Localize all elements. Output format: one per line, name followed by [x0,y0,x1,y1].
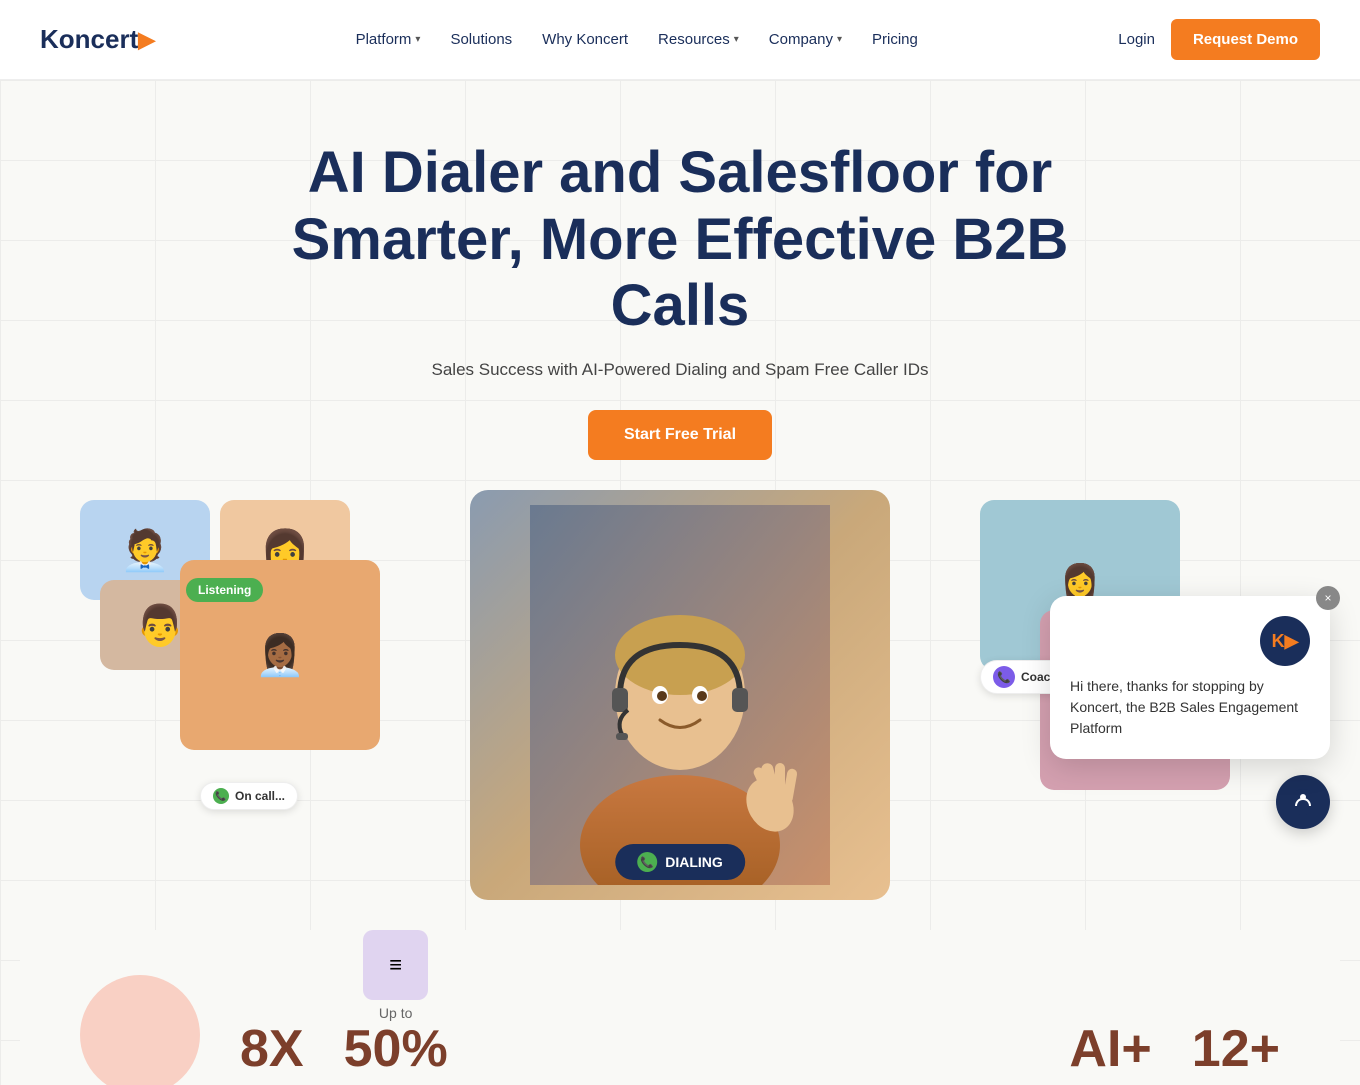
dialing-label: DIALING [665,854,723,870]
stat-ai: AI+ [1069,1023,1151,1085]
login-button[interactable]: Login [1118,31,1155,48]
stat-50pct: ≡ Up to 50% [344,930,448,1085]
center-face-bg [470,490,890,900]
dialing-badge: 📞 DIALING [615,844,745,880]
nav-link-platform[interactable]: Platform ▾ [356,31,421,48]
chat-bubble: K▶ Hi there, thanks for stopping by Konc… [1050,596,1330,759]
chat-trigger-button[interactable] [1276,775,1330,829]
navbar: Koncert▶ Platform ▾ Solutions Why Koncer… [0,0,1360,80]
chat-avatar: K▶ [1260,616,1310,666]
stats-right: AI+ 12+ [1069,1023,1280,1085]
chat-close-button[interactable]: × [1316,586,1340,610]
chatbot-widget: K▶ Hi there, thanks for stopping by Konc… [1276,767,1330,829]
listening-label: Listening [198,583,251,597]
on-call-label: On call... [235,789,285,803]
coaching-icon: 📞 [993,666,1015,688]
chat-avatar-text: K▶ [1272,628,1299,655]
nav-link-why[interactable]: Why Koncert [542,31,628,48]
nav-link-resources[interactable]: Resources ▾ [658,31,739,48]
nav-link-company[interactable]: Company ▾ [769,31,842,48]
hero-subtitle: Sales Success with AI-Powered Dialing an… [20,360,1340,380]
stat-ai-value: AI+ [1069,1023,1151,1075]
dialing-icon: 📞 [637,852,657,872]
nav-actions: Login Request Demo [1118,19,1320,60]
nav-solutions-label: Solutions [450,31,512,48]
nav-pricing-label: Pricing [872,31,918,48]
stats-row: 8X ≡ Up to 50% AI+ 12+ [20,930,1340,1085]
chat-message: Hi there, thanks for stopping by Koncert… [1070,676,1310,739]
logo-text: Koncert [40,24,138,55]
logo-arrow: ▶ [138,27,155,53]
nav-links: Platform ▾ Solutions Why Koncert Resourc… [356,31,918,48]
left-video-cluster: 🧑‍💼 👩 👨 👩🏾‍💼 Listening 📞 On call... [80,500,420,860]
on-call-badge: 📞 On call... [200,782,298,810]
stat-up-to-label: Up to [379,1005,412,1021]
chevron-down-icon-3: ▾ [837,34,842,45]
nav-item-solutions[interactable]: Solutions [450,31,512,48]
nav-resources-label: Resources [658,31,730,48]
center-video-card: 📞 DIALING [470,490,890,900]
listening-badge: Listening [186,578,263,602]
nav-link-pricing[interactable]: Pricing [872,31,918,48]
nav-item-pricing[interactable]: Pricing [872,31,918,48]
nav-company-label: Company [769,31,833,48]
stat-12plus-value: 12+ [1192,1023,1280,1075]
logo[interactable]: Koncert▶ [40,24,155,55]
decorative-circle [80,975,200,1085]
hero-section: AI Dialer and Salesfloor for Smarter, Mo… [0,80,1360,1085]
nav-item-company[interactable]: Company ▾ [769,31,842,48]
nav-item-why[interactable]: Why Koncert [542,31,628,48]
stats-left: 8X ≡ Up to 50% [80,930,448,1085]
nav-link-solutions[interactable]: Solutions [450,31,512,48]
chevron-down-icon-2: ▾ [734,34,739,45]
nav-platform-label: Platform [356,31,412,48]
chevron-down-icon: ▾ [415,34,420,45]
stat-50pct-value: 50% [344,1023,448,1075]
nav-item-resources[interactable]: Resources ▾ [658,31,739,48]
stat-8x: 8X [240,1023,304,1085]
stat-8x-value: 8X [240,1023,304,1075]
nav-item-platform[interactable]: Platform ▾ [356,31,421,48]
phone-icon: 📞 [213,788,229,804]
doc-icon: ≡ [363,930,428,1000]
request-demo-button[interactable]: Request Demo [1171,19,1320,60]
stat-12plus: 12+ [1192,1023,1280,1085]
nav-why-label: Why Koncert [542,31,628,48]
start-free-trial-button[interactable]: Start Free Trial [588,410,772,460]
hero-title: AI Dialer and Salesfloor for Smarter, Mo… [230,140,1130,340]
